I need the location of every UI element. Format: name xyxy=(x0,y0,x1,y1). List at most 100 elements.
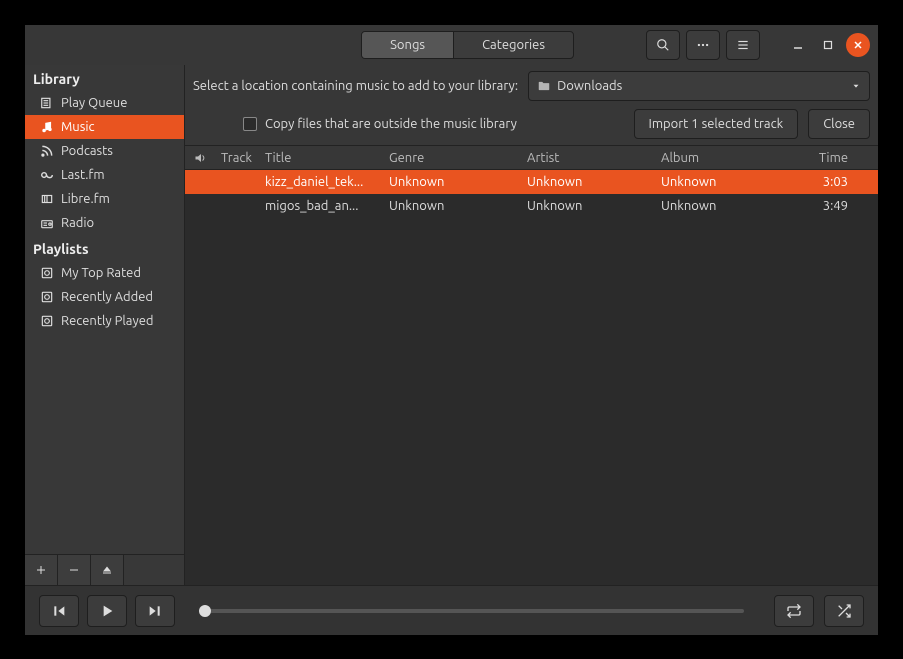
music-icon xyxy=(39,119,55,135)
more-button[interactable] xyxy=(686,30,720,60)
eject-icon xyxy=(101,564,113,576)
column-track[interactable]: Track xyxy=(215,151,259,165)
repeat-button[interactable] xyxy=(774,595,814,627)
maximize-icon xyxy=(823,40,833,50)
sidebar-item-podcasts[interactable]: Podcasts xyxy=(25,139,184,163)
progress-wrap xyxy=(185,609,764,613)
sidebar-item-label: Recently Played xyxy=(61,314,154,328)
close-import-button[interactable]: Close xyxy=(808,109,870,139)
search-icon xyxy=(656,38,670,52)
table-header: Track Title Genre Artist Album Time xyxy=(185,146,878,170)
column-artist[interactable]: Artist xyxy=(521,151,655,165)
progress-thumb[interactable] xyxy=(199,605,211,617)
cell-time: 3:49 xyxy=(799,199,878,213)
repeat-icon xyxy=(786,603,802,619)
remove-playlist-button[interactable] xyxy=(58,555,91,585)
search-button[interactable] xyxy=(646,30,680,60)
previous-button[interactable] xyxy=(39,595,79,627)
table-row[interactable]: migos_bad_an... Unknown Unknown Unknown … xyxy=(185,194,878,218)
tab-songs[interactable]: Songs xyxy=(362,32,453,58)
sidebar-item-label: My Top Rated xyxy=(61,266,141,280)
copy-files-label: Copy files that are outside the music li… xyxy=(265,117,517,131)
sidebar-item-label: Podcasts xyxy=(61,144,113,158)
eject-button[interactable] xyxy=(91,555,124,585)
chevron-down-icon xyxy=(851,81,861,91)
sidebar-item-label: Libre.fm xyxy=(61,192,110,206)
queue-icon xyxy=(39,95,55,111)
import-bar: Select a location containing music to ad… xyxy=(185,65,878,146)
close-button[interactable] xyxy=(846,33,870,57)
column-playing[interactable] xyxy=(185,152,215,164)
smart-playlist-icon xyxy=(39,313,55,329)
tab-categories[interactable]: Categories xyxy=(453,32,573,58)
view-segment: Songs Categories xyxy=(361,31,574,59)
sidebar-item-recently-played[interactable]: Recently Played xyxy=(25,309,184,333)
cell-title: kizz_daniel_tek... xyxy=(259,175,383,189)
track-list: kizz_daniel_tek... Unknown Unknown Unkno… xyxy=(185,170,878,585)
cell-artist: Unknown xyxy=(521,175,655,189)
progress-slider[interactable] xyxy=(205,609,744,613)
speaker-icon xyxy=(194,152,206,164)
sidebar-item-label: Recently Added xyxy=(61,290,153,304)
sidebar: Library Play Queue Music Podcasts Last.f… xyxy=(25,65,185,585)
sidebar-item-recently-added[interactable]: Recently Added xyxy=(25,285,184,309)
column-title[interactable]: Title xyxy=(259,151,383,165)
sidebar-actions xyxy=(25,554,184,585)
librefm-icon xyxy=(39,191,55,207)
cell-title: migos_bad_an... xyxy=(259,199,383,213)
minimize-button[interactable] xyxy=(786,33,810,57)
sidebar-item-top-rated[interactable]: My Top Rated xyxy=(25,261,184,285)
maximize-button[interactable] xyxy=(816,33,840,57)
sidebar-item-music[interactable]: Music xyxy=(25,115,184,139)
playlists-header: Playlists xyxy=(25,235,184,261)
import-prompt: Select a location containing music to ad… xyxy=(193,79,518,93)
column-album[interactable]: Album xyxy=(655,151,799,165)
sidebar-item-label: Radio xyxy=(61,216,94,230)
lastfm-icon xyxy=(39,167,55,183)
shuffle-button[interactable] xyxy=(824,595,864,627)
shuffle-icon xyxy=(836,603,852,619)
rss-icon xyxy=(39,143,55,159)
folder-icon xyxy=(537,79,551,93)
minus-icon xyxy=(68,564,80,576)
sidebar-item-librefm[interactable]: Libre.fm xyxy=(25,187,184,211)
main-panel: Select a location containing music to ad… xyxy=(185,65,878,585)
column-time[interactable]: Time xyxy=(799,151,878,165)
cell-album: Unknown xyxy=(655,199,799,213)
minimize-icon xyxy=(793,40,803,50)
folder-label: Downloads xyxy=(557,79,622,93)
smart-playlist-icon xyxy=(39,265,55,281)
copy-files-checkbox[interactable] xyxy=(243,117,257,131)
cell-artist: Unknown xyxy=(521,199,655,213)
skip-back-icon xyxy=(51,603,67,619)
add-playlist-button[interactable] xyxy=(25,555,58,585)
sidebar-item-label: Music xyxy=(61,120,95,134)
hamburger-icon xyxy=(736,38,750,52)
app-window: Songs Categories Library xyxy=(25,25,878,635)
cell-genre: Unknown xyxy=(383,175,521,189)
column-genre[interactable]: Genre xyxy=(383,151,521,165)
sidebar-item-lastfm[interactable]: Last.fm xyxy=(25,163,184,187)
playbar xyxy=(25,585,878,635)
import-button[interactable]: Import 1 selected track xyxy=(634,109,799,139)
sidebar-item-label: Play Queue xyxy=(61,96,127,110)
skip-forward-icon xyxy=(147,603,163,619)
radio-icon xyxy=(39,215,55,231)
kebab-icon xyxy=(696,38,710,52)
cell-album: Unknown xyxy=(655,175,799,189)
sidebar-item-radio[interactable]: Radio xyxy=(25,211,184,235)
folder-combo[interactable]: Downloads xyxy=(528,71,870,101)
sidebar-item-label: Last.fm xyxy=(61,168,105,182)
smart-playlist-icon xyxy=(39,289,55,305)
titlebar: Songs Categories xyxy=(25,25,878,65)
menu-button[interactable] xyxy=(726,30,760,60)
play-button[interactable] xyxy=(87,595,127,627)
close-icon xyxy=(853,40,863,50)
sidebar-item-play-queue[interactable]: Play Queue xyxy=(25,91,184,115)
cell-genre: Unknown xyxy=(383,199,521,213)
play-icon xyxy=(99,603,115,619)
cell-time: 3:03 xyxy=(799,175,878,189)
library-header: Library xyxy=(25,65,184,91)
next-button[interactable] xyxy=(135,595,175,627)
table-row[interactable]: kizz_daniel_tek... Unknown Unknown Unkno… xyxy=(185,170,878,194)
